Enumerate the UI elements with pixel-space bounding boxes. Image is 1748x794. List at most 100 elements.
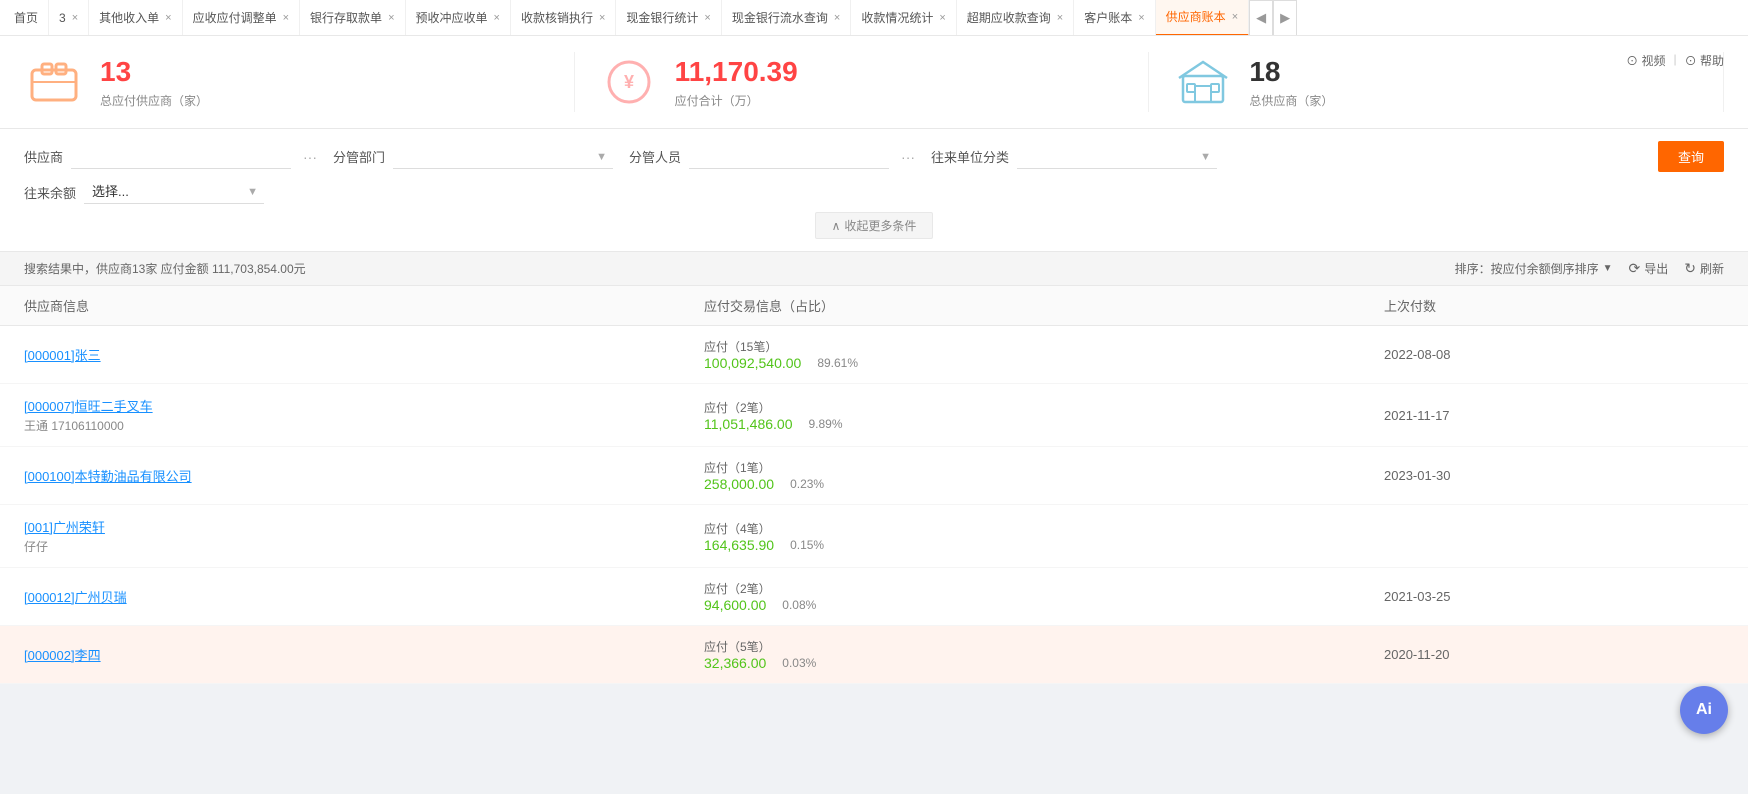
supplier-link-1[interactable]: [000007]恒旺二手叉车 xyxy=(24,396,704,415)
tab-3-close[interactable]: × xyxy=(72,12,78,24)
tab-overdue-collect-close[interactable]: × xyxy=(1057,12,1063,24)
supplier-cell-4: [000012]广州贝瑞 xyxy=(24,587,704,606)
video-icon: ⊙ xyxy=(1626,54,1638,68)
sort-chevron-icon: ▼ xyxy=(1603,263,1613,274)
tab-advance-collect[interactable]: 预收冲应收单 × xyxy=(406,0,511,36)
supplier-filter-label: 供应商 xyxy=(24,147,63,166)
top-navigation: 首页 3 × 其他收入单 × 应收应付调整单 × 银行存取款单 × 预收冲应收单… xyxy=(0,0,1748,36)
ai-label: Ai xyxy=(1696,701,1712,719)
tab-collection-stat-label: 收款情况统计 xyxy=(861,9,933,26)
table-header: 供应商信息 应付交易信息（占比） 上次付数 xyxy=(0,286,1748,326)
table-row: [000007]恒旺二手叉车 王通 17106110000 应付（2笔） 11,… xyxy=(0,384,1748,447)
supplier-link-2[interactable]: [000100]本特勤油品有限公司 xyxy=(24,466,704,485)
ap-amount-row-1: 11,051,486.00 9.89% xyxy=(704,416,1384,432)
dept-select-wrap: ▼ xyxy=(393,145,613,169)
ap-amount-4[interactable]: 94,600.00 xyxy=(704,597,766,613)
person-input[interactable] xyxy=(689,145,889,169)
summary-card-amount: ¥ 11,170.39 应付合计（万） xyxy=(575,52,1150,112)
last-pay-1: 2021-11-17 xyxy=(1384,408,1724,423)
sort-button[interactable]: 排序：按应付余额倒序排序 ▼ xyxy=(1455,260,1613,277)
tab-customer-account-label: 客户账本 xyxy=(1084,9,1132,26)
supplier-dots[interactable]: ··· xyxy=(303,149,317,165)
tab-ap-adjust-close[interactable]: × xyxy=(283,12,289,24)
card-content-suppliers: 13 总应付供应商（家） xyxy=(100,55,208,110)
total-amount: 11,170.39 xyxy=(675,55,798,89)
nav-arrow-left[interactable]: ◀ xyxy=(1249,0,1273,36)
tab-supplier-account-close[interactable]: × xyxy=(1232,11,1238,23)
total-amount-label: 应付合计（万） xyxy=(675,92,798,109)
balance-select-wrap: 选择... ▼ xyxy=(84,180,264,204)
top-right-links: ⊙ 视频 | ⊙ 帮助 xyxy=(1626,52,1724,69)
table-row: [000012]广州贝瑞 应付（2笔） 94,600.00 0.08% 2021… xyxy=(0,568,1748,626)
tab-bank-deposit-close[interactable]: × xyxy=(388,12,394,24)
ap-label-3: 应付（4笔） xyxy=(704,520,1384,537)
ap-amount-0[interactable]: 100,092,540.00 xyxy=(704,355,801,371)
table-row: [000002]李四 应付（5笔） 32,366.00 0.03% 2020-1… xyxy=(0,626,1748,684)
tab-advance-collect-close[interactable]: × xyxy=(494,12,500,24)
person-dots[interactable]: ··· xyxy=(901,149,915,165)
supplier-link-5[interactable]: [000002]李四 xyxy=(24,645,704,664)
ap-amount-5[interactable]: 32,366.00 xyxy=(704,655,766,671)
ap-amount-row-3: 164,635.90 0.15% xyxy=(704,537,1384,553)
ap-percent-3: 0.15% xyxy=(790,538,824,552)
tab-receipt-verify[interactable]: 收款核销执行 × xyxy=(511,0,616,36)
export-button[interactable]: ⟳ 导出 xyxy=(1629,260,1669,277)
supplier-link-4[interactable]: [000012]广州贝瑞 xyxy=(24,587,704,606)
tab-home[interactable]: 首页 xyxy=(4,0,49,36)
tab-other-income-close[interactable]: × xyxy=(165,12,171,24)
category-select[interactable] xyxy=(1017,145,1217,169)
tab-ap-adjust[interactable]: 应收应付调整单 × xyxy=(183,0,300,36)
total-supplier-count: 18 xyxy=(1249,55,1333,89)
video-link[interactable]: ⊙ 视频 xyxy=(1626,52,1665,69)
summary-card-suppliers: 13 总应付供应商（家） xyxy=(24,52,575,112)
filter-row-1: 供应商 ··· 分管部门 ▼ 分管人员 ··· 往来单位分类 xyxy=(24,141,1724,172)
tab-cash-bank-stat[interactable]: 现金银行统计 × xyxy=(616,0,721,36)
filter-supplier: 供应商 ··· xyxy=(24,145,317,169)
tab-customer-account-close[interactable]: × xyxy=(1138,12,1144,24)
balance-filter-label: 往来余额 xyxy=(24,183,76,202)
svg-text:¥: ¥ xyxy=(624,72,634,92)
ap-label-1: 应付（2笔） xyxy=(704,399,1384,416)
dept-filter-label: 分管部门 xyxy=(333,147,385,166)
tab-collection-stat-close[interactable]: × xyxy=(939,12,945,24)
ap-amount-2[interactable]: 258,000.00 xyxy=(704,476,774,492)
filter-section: 供应商 ··· 分管部门 ▼ 分管人员 ··· 往来单位分类 xyxy=(0,129,1748,252)
ap-cell-4: 应付（2笔） 94,600.00 0.08% xyxy=(704,580,1384,613)
refresh-button[interactable]: ↻ 刷新 xyxy=(1684,260,1724,277)
tab-customer-account[interactable]: 客户账本 × xyxy=(1074,0,1155,36)
help-link[interactable]: ⊙ 帮助 xyxy=(1685,52,1724,69)
tab-cash-flow[interactable]: 现金银行流水查询 × xyxy=(722,0,851,36)
tab-collection-stat[interactable]: 收款情况统计 × xyxy=(851,0,956,36)
nav-arrow-right[interactable]: ▶ xyxy=(1273,0,1297,36)
tab-cash-bank-stat-close[interactable]: × xyxy=(704,12,710,24)
dept-select[interactable] xyxy=(393,145,613,169)
tab-overdue-collect[interactable]: 超期应收款查询 × xyxy=(957,0,1074,36)
ap-percent-1: 9.89% xyxy=(809,417,843,431)
tab-3[interactable]: 3 × xyxy=(49,0,89,36)
query-button[interactable]: 查询 xyxy=(1658,141,1724,172)
supplier-input[interactable] xyxy=(71,145,291,169)
refresh-label: 刷新 xyxy=(1700,260,1724,277)
filter-category: 往来单位分类 ▼ xyxy=(931,145,1217,169)
supplier-link-0[interactable]: [000001]张三 xyxy=(24,345,704,364)
tab-other-income[interactable]: 其他收入单 × xyxy=(89,0,182,36)
balance-select[interactable]: 选择... xyxy=(84,180,264,204)
tab-other-income-label: 其他收入单 xyxy=(99,9,159,26)
supplier-link-3[interactable]: [001]广州荣轩 xyxy=(24,517,704,536)
sort-label: 排序：按应付余额倒序排序 xyxy=(1455,260,1599,277)
supplier-sub-1: 王通 17106110000 xyxy=(24,417,704,434)
supplier-count: 13 xyxy=(100,55,208,89)
tab-supplier-account[interactable]: 供应商账本 × xyxy=(1156,0,1249,36)
ap-amount-1[interactable]: 11,051,486.00 xyxy=(704,416,793,432)
tab-bank-deposit[interactable]: 银行存取款单 × xyxy=(300,0,405,36)
ap-amount-row-2: 258,000.00 0.23% xyxy=(704,476,1384,492)
ai-button[interactable]: Ai xyxy=(1680,686,1728,734)
tab-supplier-account-label: 供应商账本 xyxy=(1166,8,1226,25)
collapse-row: ∧ 收起更多条件 xyxy=(24,212,1724,239)
collapse-button[interactable]: ∧ 收起更多条件 xyxy=(815,212,934,239)
table-row: [000001]张三 应付（15笔） 100,092,540.00 89.61%… xyxy=(0,326,1748,384)
tab-cash-flow-close[interactable]: × xyxy=(834,12,840,24)
collapse-up-icon: ∧ xyxy=(832,219,841,233)
tab-receipt-verify-close[interactable]: × xyxy=(599,12,605,24)
ap-amount-3[interactable]: 164,635.90 xyxy=(704,537,774,553)
